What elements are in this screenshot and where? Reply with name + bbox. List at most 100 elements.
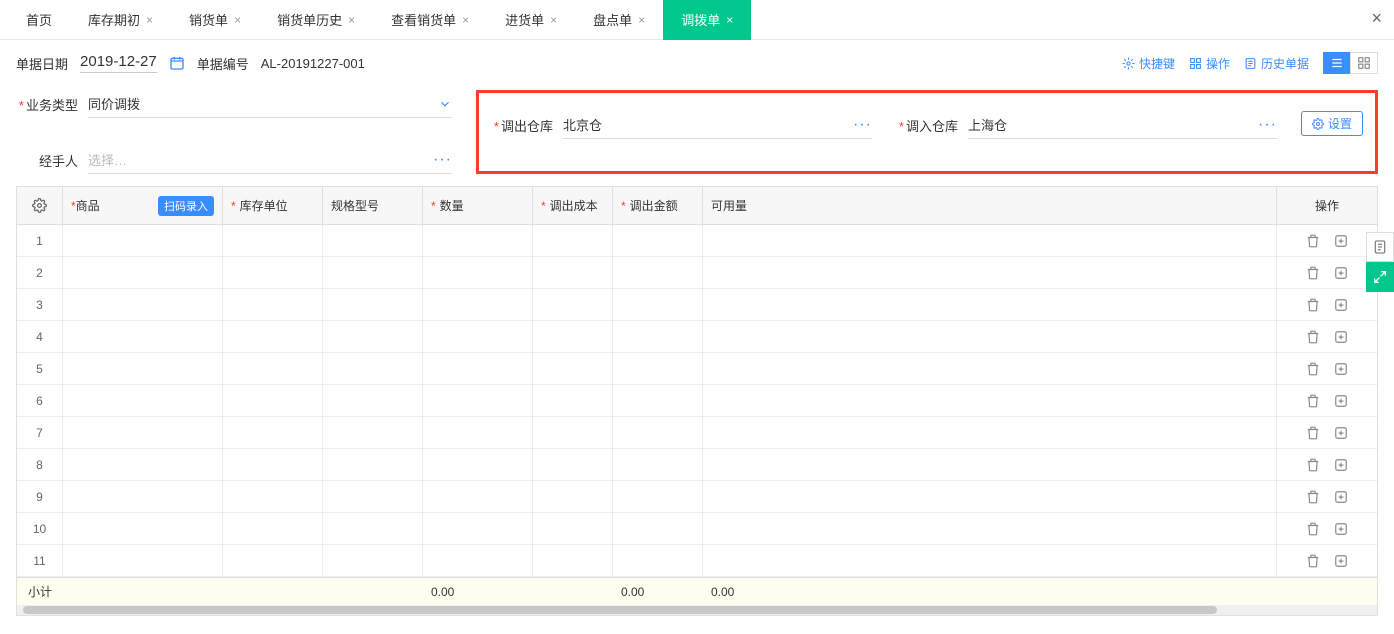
tab-purchase[interactable]: 进货单× [487, 0, 575, 40]
handler-select[interactable]: 选择… ··· [88, 146, 452, 174]
doc-no-label: 单据编号 [197, 54, 249, 73]
table-row[interactable]: 7 [17, 417, 1377, 449]
close-all-icon[interactable]: × [1371, 8, 1382, 29]
table-row[interactable]: 3 [17, 289, 1377, 321]
row-index: 5 [17, 353, 63, 384]
tab-stocktake[interactable]: 盘点单× [575, 0, 663, 40]
table-row[interactable]: 5 [17, 353, 1377, 385]
table-row[interactable]: 2 [17, 257, 1377, 289]
out-warehouse-select[interactable]: 北京仓 ··· [563, 111, 872, 139]
view-toggle [1323, 52, 1378, 74]
expand-icon[interactable] [1366, 262, 1394, 292]
footer-avail: 0.00 [703, 578, 1277, 605]
delete-row-icon[interactable] [1306, 362, 1320, 376]
col-cost: 调出成本 [550, 197, 598, 214]
delete-row-icon[interactable] [1306, 394, 1320, 408]
footer-amount: 0.00 [613, 578, 703, 605]
close-icon[interactable]: × [638, 13, 645, 27]
tab-view-sales[interactable]: 查看销货单× [373, 0, 487, 40]
table-row[interactable]: 6 [17, 385, 1377, 417]
add-row-icon[interactable] [1334, 426, 1348, 440]
table-row[interactable]: 10 [17, 513, 1377, 545]
add-row-icon[interactable] [1334, 554, 1348, 568]
doc-no-value: AL-20191227-001 [261, 56, 365, 71]
row-index: 8 [17, 449, 63, 480]
delete-row-icon[interactable] [1306, 426, 1320, 440]
close-icon[interactable]: × [550, 13, 557, 27]
highlighted-warehouse-section: *调出仓库 北京仓 ··· *调入仓库 上海仓 ··· 设置 [476, 90, 1378, 174]
table-row[interactable]: 4 [17, 321, 1377, 353]
table-row[interactable]: 1 [17, 225, 1377, 257]
add-row-icon[interactable] [1334, 522, 1348, 536]
delete-row-icon[interactable] [1306, 490, 1320, 504]
close-icon[interactable]: × [234, 13, 241, 27]
grid-container: *商品扫码录入 *库存单位 规格型号 *数量 *调出成本 *调出金额 可用量 操… [0, 174, 1394, 616]
col-unit: 库存单位 [240, 197, 288, 214]
tab-home[interactable]: 首页 [8, 0, 70, 40]
field-out-warehouse: *调出仓库 北京仓 ··· [491, 111, 872, 139]
history-link[interactable]: 历史单据 [1244, 55, 1309, 72]
col-ops: 操作 [1315, 197, 1339, 214]
add-row-icon[interactable] [1334, 362, 1348, 376]
row-index: 2 [17, 257, 63, 288]
add-row-icon[interactable] [1334, 458, 1348, 472]
table-footer: 小计 0.00 0.00 0.00 [17, 577, 1377, 605]
col-qty: 数量 [440, 197, 464, 214]
row-index: 9 [17, 481, 63, 512]
col-avail: 可用量 [711, 197, 747, 214]
field-biz-type: *业务类型 同价调拨 [16, 90, 452, 118]
more-icon: ··· [433, 151, 452, 169]
shortcut-link[interactable]: 快捷键 [1122, 55, 1175, 72]
row-index: 11 [17, 545, 63, 576]
view-list[interactable] [1323, 52, 1351, 74]
close-icon[interactable]: × [146, 13, 153, 27]
table-header: *商品扫码录入 *库存单位 规格型号 *数量 *调出成本 *调出金额 可用量 操… [17, 187, 1377, 225]
add-row-icon[interactable] [1334, 266, 1348, 280]
col-spec: 规格型号 [331, 197, 379, 214]
table-row[interactable]: 9 [17, 481, 1377, 513]
tab-transfer[interactable]: 调拨单× [663, 0, 751, 40]
col-product: 商品 [76, 199, 100, 213]
add-row-icon[interactable] [1334, 298, 1348, 312]
add-row-icon[interactable] [1334, 490, 1348, 504]
gear-icon[interactable] [17, 187, 63, 224]
row-index: 6 [17, 385, 63, 416]
add-row-icon[interactable] [1334, 394, 1348, 408]
col-amount: 调出金额 [630, 197, 678, 214]
calendar-icon[interactable] [169, 55, 185, 71]
tab-sales-order[interactable]: 销货单× [171, 0, 259, 40]
notes-icon[interactable] [1366, 232, 1394, 262]
table-row[interactable]: 8 [17, 449, 1377, 481]
operate-link[interactable]: 操作 [1189, 55, 1230, 72]
more-icon: ··· [853, 116, 872, 134]
delete-row-icon[interactable] [1306, 554, 1320, 568]
form-area: *业务类型 同价调拨 经手人 选择… ··· *调出仓库 北京仓 ··· [0, 82, 1394, 174]
field-in-warehouse: *调入仓库 上海仓 ··· [896, 111, 1277, 139]
table-row[interactable]: 11 [17, 545, 1377, 577]
scan-entry-button[interactable]: 扫码录入 [158, 196, 214, 216]
tab-inventory-init[interactable]: 库存期初× [70, 0, 171, 40]
footer-qty: 0.00 [423, 578, 533, 605]
field-handler: 经手人 选择… ··· [16, 146, 452, 174]
biz-type-select[interactable]: 同价调拨 [88, 90, 452, 118]
delete-row-icon[interactable] [1306, 234, 1320, 248]
horizontal-scrollbar[interactable] [17, 605, 1377, 615]
delete-row-icon[interactable] [1306, 298, 1320, 312]
close-icon[interactable]: × [726, 13, 733, 27]
delete-row-icon[interactable] [1306, 522, 1320, 536]
delete-row-icon[interactable] [1306, 330, 1320, 344]
tab-sales-history[interactable]: 销货单历史× [259, 0, 373, 40]
close-icon[interactable]: × [462, 13, 469, 27]
delete-row-icon[interactable] [1306, 458, 1320, 472]
row-index: 3 [17, 289, 63, 320]
row-index: 7 [17, 417, 63, 448]
view-grid[interactable] [1350, 52, 1378, 74]
delete-row-icon[interactable] [1306, 266, 1320, 280]
close-icon[interactable]: × [348, 13, 355, 27]
date-value[interactable]: 2019-12-27 [80, 53, 157, 73]
in-warehouse-select[interactable]: 上海仓 ··· [968, 111, 1277, 139]
footer-label: 小计 [17, 578, 63, 605]
add-row-icon[interactable] [1334, 234, 1348, 248]
add-row-icon[interactable] [1334, 330, 1348, 344]
settings-button[interactable]: 设置 [1301, 111, 1363, 136]
